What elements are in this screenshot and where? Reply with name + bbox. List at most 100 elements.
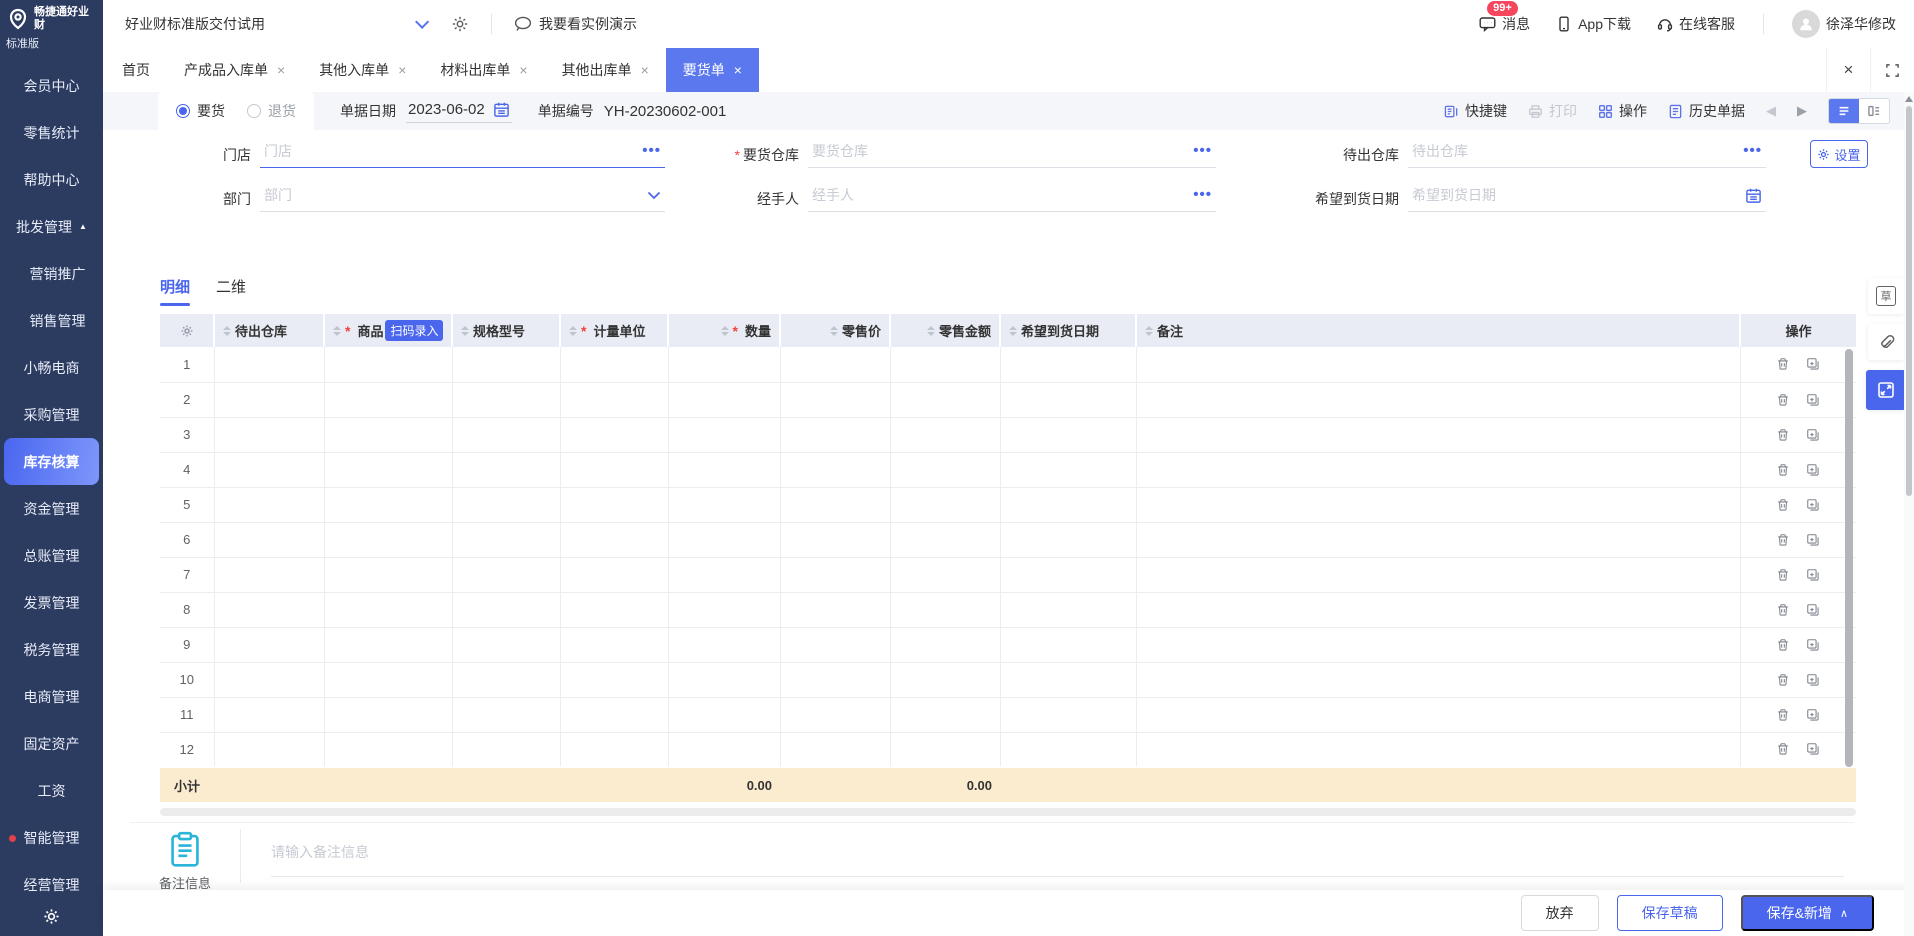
grid-cell[interactable] — [324, 452, 453, 488]
app-download-button[interactable]: App下载 — [1556, 14, 1631, 34]
column-header-8[interactable]: 希望到货日期 — [1000, 314, 1137, 347]
grid-cell[interactable] — [324, 697, 453, 733]
discard-button[interactable]: 放弃 — [1520, 895, 1599, 931]
sidebar-item-1[interactable]: 会员中心 — [0, 62, 103, 109]
grid-cell[interactable] — [452, 557, 561, 593]
grid-cell[interactable] — [560, 557, 669, 593]
grid-cell[interactable] — [560, 732, 669, 768]
chevron-down-icon[interactable] — [647, 191, 661, 200]
sidebar-item-14[interactable]: 电商管理 — [0, 673, 103, 720]
tab-2[interactable]: 产成品入库单 × — [167, 48, 302, 92]
sidebar-settings-gear-icon[interactable] — [43, 908, 60, 925]
close-all-tabs-button[interactable]: × — [1826, 48, 1870, 92]
grid-cell[interactable] — [668, 557, 781, 593]
grid-cell[interactable] — [668, 347, 781, 383]
list-view-toggle[interactable] — [1829, 99, 1859, 123]
grid-cell[interactable] — [668, 522, 781, 558]
column-gear-icon[interactable] — [180, 324, 194, 338]
copy-add-row-icon[interactable] — [1806, 708, 1820, 722]
grid-cell[interactable] — [324, 417, 453, 453]
grid-cell[interactable] — [1136, 732, 1741, 768]
grid-cell[interactable] — [1000, 382, 1137, 418]
sidebar-item-13[interactable]: 税务管理 — [0, 626, 103, 673]
grid-tab-1[interactable]: 明细 — [160, 276, 191, 306]
delete-row-icon[interactable] — [1776, 603, 1790, 617]
column-header-7[interactable]: 零售金额 — [890, 314, 1001, 347]
grid-cell[interactable] — [1136, 557, 1741, 593]
tab-6[interactable]: 要货单 × — [665, 48, 759, 92]
card-view-toggle[interactable] — [1859, 99, 1889, 123]
sidebar-item-17[interactable]: 智能管理 — [0, 814, 103, 861]
grid-cell[interactable] — [452, 417, 561, 453]
grid-cell[interactable] — [452, 697, 561, 733]
grid-cell[interactable] — [324, 382, 453, 418]
online-service-button[interactable]: 在线客服 — [1657, 14, 1735, 34]
copy-add-row-icon[interactable] — [1806, 673, 1820, 687]
page-scrollbar[interactable] — [1904, 92, 1914, 936]
copy-add-row-icon[interactable] — [1806, 393, 1820, 407]
grid-cell[interactable] — [214, 732, 325, 768]
copy-add-row-icon[interactable] — [1806, 428, 1820, 442]
save-draft-button[interactable]: 保存草稿 — [1616, 895, 1723, 931]
topbar-gear-icon[interactable] — [451, 15, 469, 33]
grid-cell[interactable] — [1136, 382, 1741, 418]
delete-row-icon[interactable] — [1776, 638, 1790, 652]
grid-cell[interactable] — [324, 732, 453, 768]
grid-cell[interactable] — [560, 452, 669, 488]
delete-row-icon[interactable] — [1776, 393, 1790, 407]
grid-cell[interactable] — [1000, 627, 1137, 663]
grid-cell[interactable] — [890, 627, 1001, 663]
grid-cell[interactable] — [560, 417, 669, 453]
copy-add-row-icon[interactable] — [1806, 568, 1820, 582]
ellipsis-icon[interactable]: ••• — [1193, 187, 1212, 202]
grid-cell[interactable] — [668, 382, 781, 418]
grid-cell[interactable] — [324, 557, 453, 593]
grid-cell[interactable] — [668, 452, 781, 488]
form-field-input[interactable]: 希望到货日期 — [1408, 185, 1766, 212]
grid-cell[interactable] — [214, 347, 325, 383]
grid-cell[interactable] — [780, 557, 891, 593]
grid-cell[interactable] — [780, 697, 891, 733]
column-header-9[interactable]: 备注 — [1136, 314, 1741, 347]
tab-5[interactable]: 其他出库单 × — [545, 48, 666, 92]
grid-cell[interactable] — [780, 592, 891, 628]
copy-add-row-icon[interactable] — [1806, 463, 1820, 477]
form-field-input[interactable]: 要货仓库 ••• — [808, 141, 1216, 168]
grid-cell[interactable] — [1000, 347, 1137, 383]
messages-button[interactable]: 99+ 消息 — [1479, 1, 1530, 34]
radio-want-goods[interactable]: 要货 — [176, 101, 225, 121]
grid-cell[interactable] — [1000, 557, 1137, 593]
grid-cell[interactable] — [780, 487, 891, 523]
sort-carets-icon[interactable] — [461, 325, 469, 336]
form-field-input[interactable]: 部门 — [260, 185, 665, 212]
operations-button[interactable]: 操作 — [1598, 101, 1647, 121]
form-field-input[interactable]: 经手人 ••• — [808, 185, 1216, 212]
grid-cell[interactable] — [1000, 452, 1137, 488]
delete-row-icon[interactable] — [1776, 533, 1790, 547]
grid-cell[interactable] — [668, 627, 781, 663]
grid-cell[interactable] — [324, 592, 453, 628]
grid-cell[interactable] — [214, 697, 325, 733]
grid-cell[interactable] — [1136, 522, 1741, 558]
sidebar-item-4[interactable]: 批发管理 ▲ — [0, 203, 103, 250]
delete-row-icon[interactable] — [1776, 357, 1790, 371]
grid-cell[interactable] — [780, 627, 891, 663]
grid-cell[interactable] — [214, 662, 325, 698]
calendar-icon[interactable] — [1745, 187, 1762, 204]
column-header-4[interactable]: * 计量单位 — [560, 314, 669, 347]
grid-cell[interactable] — [214, 487, 325, 523]
sidebar-item-7[interactable]: 小畅电商 — [0, 344, 103, 391]
delete-row-icon[interactable] — [1776, 428, 1790, 442]
column-header-1[interactable]: 待出仓库 — [214, 314, 325, 347]
grid-cell[interactable] — [452, 347, 561, 383]
delete-row-icon[interactable] — [1776, 708, 1790, 722]
tab-close-icon[interactable]: × — [519, 63, 527, 77]
print-button[interactable]: 打印 — [1528, 101, 1577, 121]
sort-carets-icon[interactable] — [569, 325, 577, 336]
expand-panel-button[interactable] — [1866, 370, 1906, 410]
delete-row-icon[interactable] — [1776, 568, 1790, 582]
radio-return-goods[interactable]: 退货 — [247, 101, 296, 121]
grid-cell[interactable] — [1136, 627, 1741, 663]
grid-cell[interactable] — [890, 487, 1001, 523]
grid-cell[interactable] — [780, 522, 891, 558]
